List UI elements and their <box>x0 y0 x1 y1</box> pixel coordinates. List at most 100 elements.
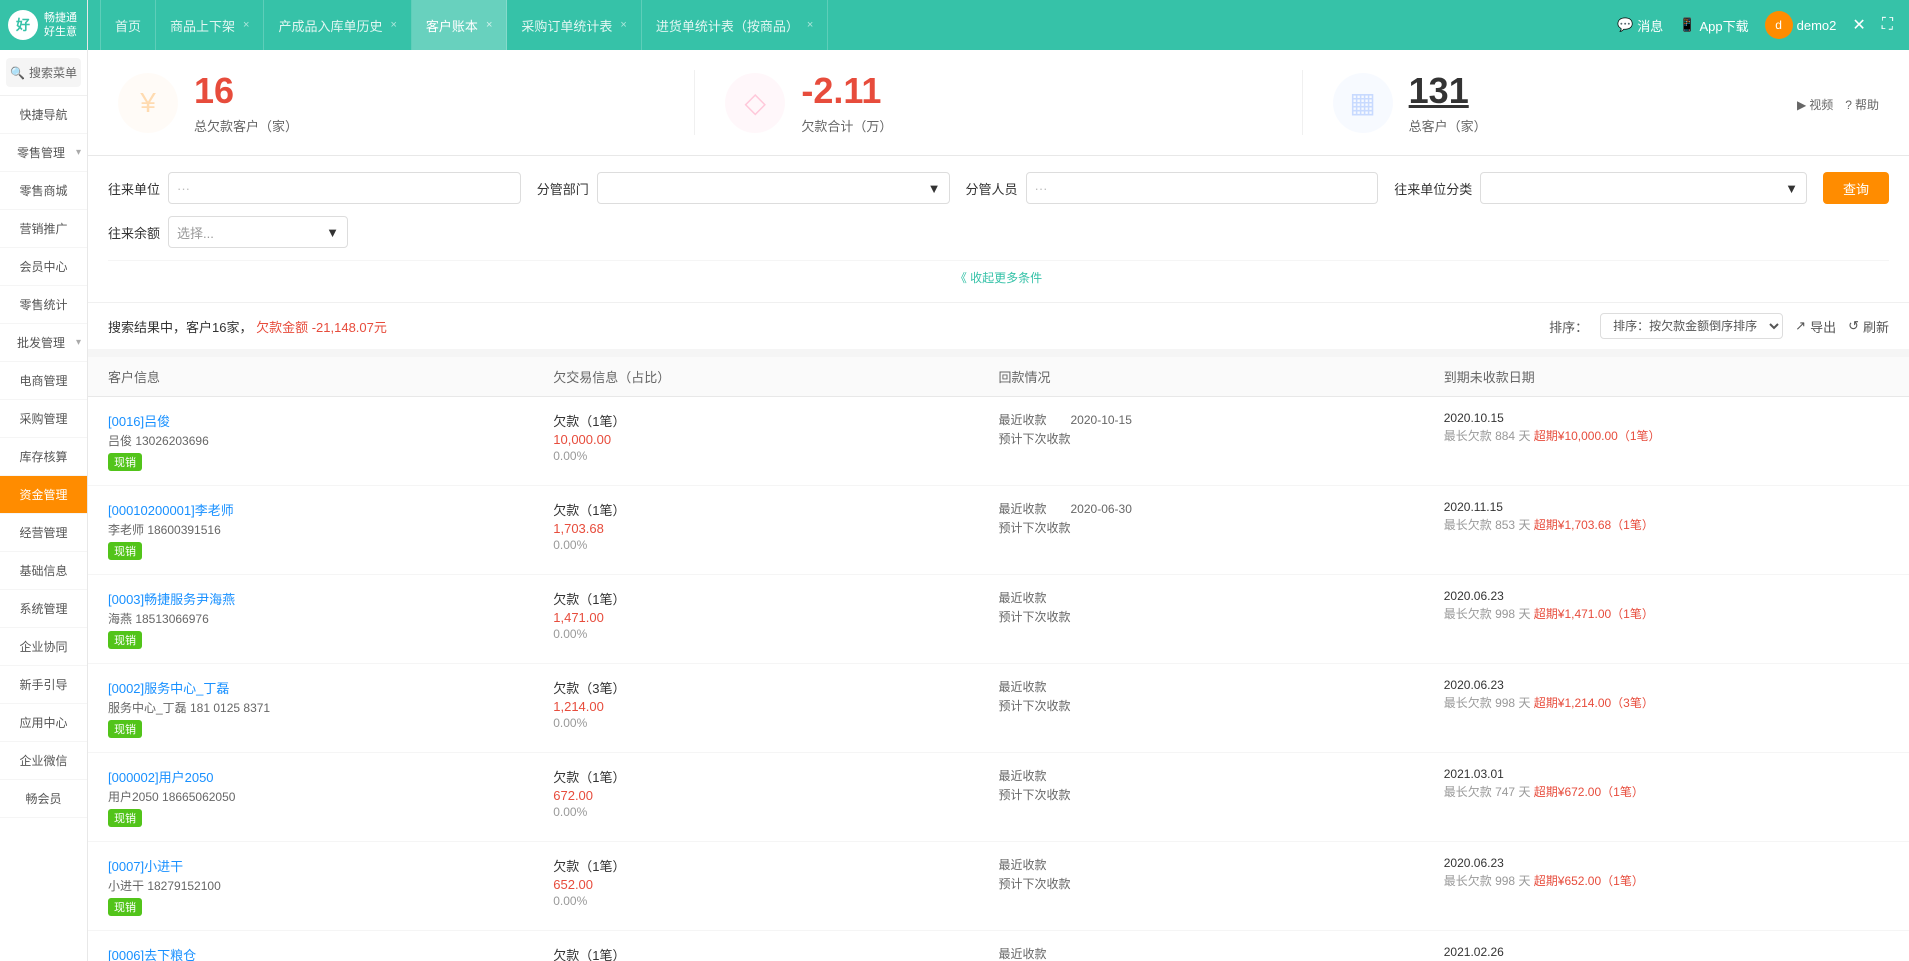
result-actions: 排序： 排序：按欠款金额倒序排序 ↗ 导出 ↺ 刷新 <box>1549 313 1889 339</box>
sort-select[interactable]: 排序：按欠款金额倒序排序 <box>1600 313 1783 339</box>
balance-chevron-icon: ▼ <box>326 225 339 240</box>
sidebar-item-ops[interactable]: 经营管理 <box>0 514 87 552</box>
overdue-link[interactable]: 超期¥1,703.68（1笔） <box>1534 518 1654 532</box>
overdue-link[interactable]: 超期¥1,214.00（3笔） <box>1534 696 1654 710</box>
tab-close-icon-product-list[interactable]: × <box>243 19 249 31</box>
topbar-right-actions: 💬 消息 📱 App下载 d demo2 ✕ ⛶ <box>1601 0 1909 50</box>
customer-name-link[interactable]: [0007]小进干 <box>108 859 183 874</box>
table-row: [000002]用户2050 用户2050 18665062050 现销 欠款（… <box>88 753 1909 842</box>
filter-manager: 分管人员 ··· <box>966 172 1379 204</box>
manager-input[interactable]: ··· <box>1026 172 1379 204</box>
sidebar-item-purchase[interactable]: 采购管理 <box>0 400 87 438</box>
tab-product-history[interactable]: 产成品入库单历史 × <box>264 0 411 50</box>
debt-info-cell-1: 欠款（1笔） 1,703.68 0.00% <box>553 500 998 552</box>
due-date-cell-1: 2020.11.15 最长欠款 853 天 超期¥1,703.68（1笔） <box>1444 500 1889 533</box>
sidebar-item-corp-collab[interactable]: 企业协同 <box>0 628 87 666</box>
sidebar-item-member[interactable]: 会员中心 <box>0 248 87 286</box>
customer-name-link[interactable]: [000002]用户2050 <box>108 770 214 785</box>
dept-select[interactable]: ▼ <box>597 172 950 204</box>
export-button[interactable]: ↗ 导出 <box>1795 317 1836 336</box>
sidebar-item-quick-nav[interactable]: 快捷导航 <box>0 96 87 134</box>
tab-label-product-list: 商品上下架 <box>170 16 235 35</box>
result-bar: 搜索结果中，客户16家， 欠款金额 -21,148.07元 排序： 排序：按欠款… <box>88 302 1909 349</box>
sidebar-item-retail-store[interactable]: 零售商城 <box>0 172 87 210</box>
debt-amount: 652.00 <box>553 877 998 892</box>
refresh-button[interactable]: ↺ 刷新 <box>1848 317 1889 336</box>
tab-label-inbound-stats: 进货单统计表（按商品） <box>656 16 799 35</box>
sidebar-item-marketing[interactable]: 营销推广 <box>0 210 87 248</box>
debt-info-cell-0: 欠款（1笔） 10,000.00 0.00% <box>553 411 998 463</box>
debt-info-cell-3: 欠款（3笔） 1,214.00 0.00% <box>553 678 998 730</box>
export-icon: ↗ <box>1795 318 1806 334</box>
sidebar-item-retail-mgmt[interactable]: 零售管理▾ <box>0 134 87 172</box>
search-menu-button[interactable]: 🔍 搜索菜单 <box>6 58 81 87</box>
app-logo: 好 畅捷通好生意 <box>0 0 87 50</box>
customer-name-link[interactable]: [0016]吕俊 <box>108 414 170 429</box>
balance-select[interactable]: 选择... ▼ <box>168 216 348 248</box>
sidebar-item-capital[interactable]: 资金管理 <box>0 476 87 514</box>
tab-home[interactable]: 首页 <box>100 0 156 50</box>
sidebar-item-inventory[interactable]: 库存核算 <box>0 438 87 476</box>
debt-count: 欠款（1笔） <box>553 589 998 608</box>
message-button[interactable]: 💬 消息 <box>1617 16 1663 35</box>
sidebar-item-system[interactable]: 系统管理 <box>0 590 87 628</box>
debt-percent: 0.00% <box>553 894 998 908</box>
tab-close-icon-inbound-stats[interactable]: × <box>807 19 813 31</box>
sidebar-item-corp-wechat[interactable]: 企业微信 <box>0 742 87 780</box>
overdue-link[interactable]: 超期¥652.00（1笔） <box>1534 874 1644 888</box>
unit-class-select[interactable]: ▼ <box>1480 172 1807 204</box>
tab-inbound-stats[interactable]: 进货单统计表（按商品） × <box>642 0 828 50</box>
customer-tag: 现销 <box>108 631 142 649</box>
sidebar-item-ecommerce[interactable]: 电商管理 <box>0 362 87 400</box>
tab-close-icon-product-history[interactable]: × <box>390 19 396 31</box>
sidebar-item-basic-info[interactable]: 基础信息 <box>0 552 87 590</box>
maximize-window-icon[interactable]: ⛶ <box>1882 16 1893 34</box>
sidebar-item-newbie[interactable]: 新手引导 <box>0 666 87 704</box>
sidebar-item-label-vip: 畅会员 <box>6 790 81 807</box>
payment-cell-3: 最近收款 预计下次收款 <box>999 678 1444 714</box>
sidebar-item-batch-mgmt[interactable]: 批发管理▾ <box>0 324 87 362</box>
sidebar-item-app-center[interactable]: 应用中心 <box>0 704 87 742</box>
app-download-button[interactable]: 📱 App下载 <box>1679 16 1748 35</box>
sidebar-item-label-retail-stats: 零售统计 <box>6 296 81 313</box>
tab-label-product-history: 产成品入库单历史 <box>278 16 382 35</box>
tab-close-icon-purchase-stats[interactable]: × <box>620 19 626 31</box>
refresh-icon: ↺ <box>1848 318 1859 334</box>
customer-name-link[interactable]: [0006]去下粮仓 <box>108 948 196 961</box>
table-row: [0002]服务中心_丁磊 服务中心_丁磊 181 0125 8371 现销 欠… <box>88 664 1909 753</box>
logo-icon: 好 <box>8 10 38 40</box>
overdue-link[interactable]: 超期¥10,000.00（1笔） <box>1534 429 1661 443</box>
tab-close-icon-customer-account[interactable]: × <box>486 19 492 31</box>
query-button[interactable]: 查询 <box>1823 172 1889 204</box>
customer-info-cell-1: [00010200001]李老师 李老师 18600391516 现销 <box>108 500 553 560</box>
debt-count: 欠款（1笔） <box>553 945 998 961</box>
debt-amount: 1,471.00 <box>553 610 998 625</box>
video-button[interactable]: ▶ 视频 <box>1797 96 1833 113</box>
sidebar-item-vip[interactable]: 畅会员 <box>0 780 87 818</box>
customer-name-link[interactable]: [0003]畅捷服务尹海燕 <box>108 592 235 607</box>
last-payment-label: 最近收款 <box>999 589 1444 606</box>
debt-info-cell-2: 欠款（1笔） 1,471.00 0.00% <box>553 589 998 641</box>
sidebar-item-retail-stats[interactable]: 零售统计 <box>0 286 87 324</box>
overdue-link[interactable]: 超期¥672.00（1笔） <box>1534 785 1644 799</box>
sidebar-item-label-marketing: 营销推广 <box>6 220 81 237</box>
close-window-icon[interactable]: ✕ <box>1852 15 1865 35</box>
due-date: 2020.06.23 <box>1444 678 1889 692</box>
customer-name-link[interactable]: [00010200001]李老师 <box>108 503 234 518</box>
filter-collapse-button[interactable]: 《 收起更多条件 <box>108 260 1889 294</box>
sidebar-navigation: 快捷导航零售管理▾零售商城营销推广会员中心零售统计批发管理▾电商管理采购管理库存… <box>0 96 87 818</box>
tab-customer-account[interactable]: 客户账本× <box>412 0 507 50</box>
next-payment-label: 预计下次收款 <box>999 786 1444 803</box>
table-row: [0016]吕俊 吕俊 13026203696 现销 欠款（1笔） 10,000… <box>88 397 1909 486</box>
user-menu-button[interactable]: d demo2 <box>1765 11 1837 39</box>
from-unit-input[interactable]: ··· <box>168 172 521 204</box>
tab-purchase-stats[interactable]: 采购订单统计表× <box>507 0 641 50</box>
debt-amount-label: 欠款合计（万） <box>801 116 892 135</box>
overdue-link[interactable]: 超期¥1,471.00（1笔） <box>1534 607 1654 621</box>
total-customers-icon: ▦ <box>1333 73 1393 133</box>
stat-debt-customers: ¥ 16 总欠款客户（家） <box>88 70 695 135</box>
help-button[interactable]: ? 帮助 <box>1845 96 1879 113</box>
tab-product-list[interactable]: 商品上下架 × <box>156 0 264 50</box>
debt-amount: 10,000.00 <box>553 432 998 447</box>
customer-name-link[interactable]: [0002]服务中心_丁磊 <box>108 681 229 696</box>
